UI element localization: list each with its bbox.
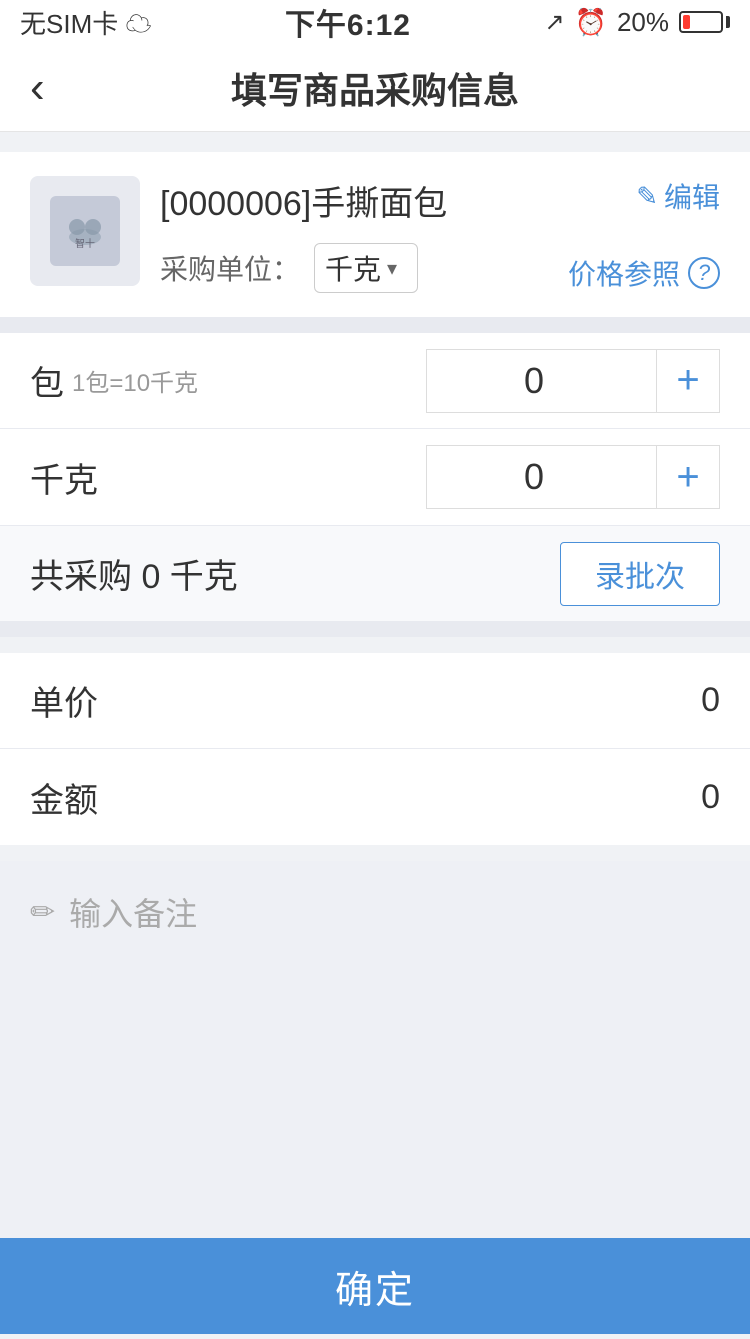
price-ref-button[interactable]: 价格参照 ? <box>568 253 720 293</box>
section-divider-2 <box>0 621 750 637</box>
kg-input-row: 千克 + <box>0 429 750 525</box>
unit-label: 采购单位： <box>160 248 300 288</box>
record-batch-button[interactable]: 录批次 <box>560 542 720 606</box>
amount-label: 金额 <box>30 773 98 822</box>
edit-label: 编辑 <box>664 176 720 216</box>
edit-icon: ✎ <box>636 181 658 212</box>
unit-value: 千克 <box>325 248 381 288</box>
section-divider-1 <box>0 317 750 333</box>
kg-label: 千克 <box>30 453 98 502</box>
unit-price-label: 单价 <box>30 676 98 725</box>
bag-label: 包 <box>30 356 64 405</box>
nav-bar: ‹ 填写商品采购信息 <box>0 44 750 132</box>
kg-plus-button[interactable]: + <box>656 445 720 509</box>
product-image: 智十 <box>30 176 140 286</box>
bag-input-row: 包 1包=10千克 + <box>0 333 750 429</box>
status-left: 无SIM卡 ☁ <box>20 4 151 41</box>
bag-input[interactable] <box>426 349 656 413</box>
kg-input[interactable] <box>426 445 656 509</box>
price-section: 单价 0 金额 0 <box>0 653 750 845</box>
status-time: 下午6:12 <box>285 0 411 44</box>
price-ref-label: 价格参照 <box>568 253 680 293</box>
pencil-icon: ✏ <box>30 895 55 930</box>
page-title: 填写商品采购信息 <box>231 62 519 114</box>
unit-price-value: 0 <box>701 681 720 720</box>
kg-input-group: + <box>426 445 720 509</box>
back-button[interactable]: ‹ <box>30 66 45 110</box>
bag-input-group: + <box>426 349 720 413</box>
bag-sublabel: 1包=10千克 <box>72 363 198 398</box>
content-spacer <box>0 963 750 1243</box>
battery-percent: 20% <box>617 7 669 38</box>
status-bar: 无SIM卡 ☁ 下午6:12 ↗ ⏰ 20% <box>0 0 750 44</box>
edit-button[interactable]: ✎ 编辑 <box>636 176 720 216</box>
battery-icon <box>679 11 730 33</box>
unit-price-row: 单价 0 <box>0 653 750 749</box>
bag-plus-button[interactable]: + <box>656 349 720 413</box>
confirm-button[interactable]: 确定 <box>0 1238 750 1334</box>
note-placeholder: 输入备注 <box>69 889 197 935</box>
product-card: 智十 [0000006]手撕面包 采购单位： 千克 ▾ ✎ 编辑 价格参照 ? <box>0 152 750 317</box>
unit-select[interactable]: 千克 ▾ <box>314 243 418 293</box>
summary-row: 共采购 0 千克 录批次 <box>0 525 750 621</box>
chevron-down-icon: ▾ <box>387 256 397 281</box>
note-section[interactable]: ✏ 输入备注 <box>0 861 750 963</box>
sim-status: 无SIM卡 ☁ <box>20 4 151 41</box>
status-right: ↗ ⏰ 20% <box>544 7 730 38</box>
location-icon: ↗ <box>544 8 564 37</box>
product-thumbnail: 智十 <box>50 196 120 266</box>
amount-value: 0 <box>701 778 720 817</box>
amount-row: 金额 0 <box>0 749 750 845</box>
alarm-icon: ⏰ <box>575 7 607 38</box>
svg-text:智十: 智十 <box>75 237 95 250</box>
info-icon: ? <box>688 257 720 289</box>
summary-text: 共采购 0 千克 <box>30 549 238 598</box>
